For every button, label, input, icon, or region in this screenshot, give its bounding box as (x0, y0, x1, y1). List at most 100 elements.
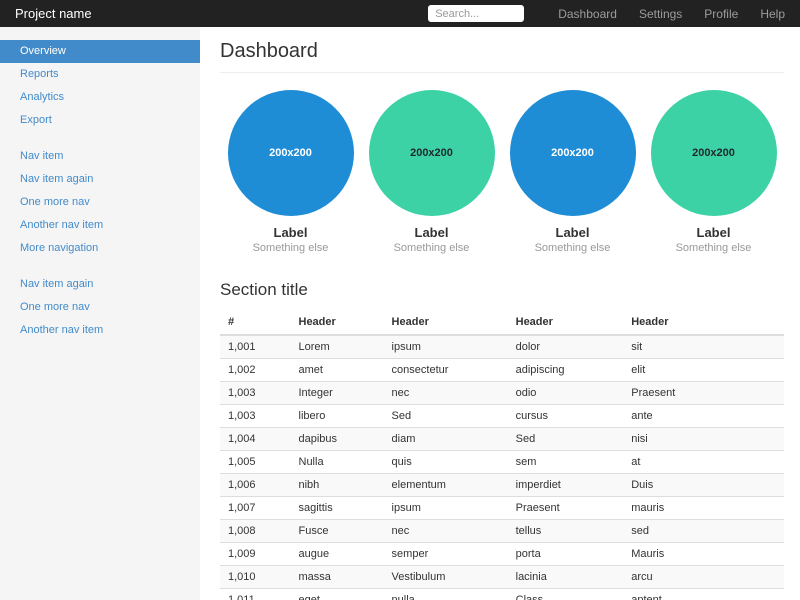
table-row: 1,008Fuscenectellussed (220, 520, 784, 543)
placeholder-row: 200x200LabelSomething else200x200LabelSo… (220, 90, 784, 254)
table-header-cell: Header (623, 310, 784, 335)
sidebar-item-overview[interactable]: Overview (0, 40, 200, 63)
navbar-link-dashboard[interactable]: Dashboard (558, 7, 617, 21)
table-cell: nulla (384, 589, 508, 600)
table-cell: Class (508, 589, 624, 600)
table-cell: ipsum (384, 497, 508, 520)
table-cell: lacinia (508, 566, 624, 589)
table-cell: porta (508, 543, 624, 566)
table-cell: diam (384, 428, 508, 451)
table-cell: Vestibulum (384, 566, 508, 589)
table-cell: elementum (384, 474, 508, 497)
table-row: 1,001Loremipsumdolorsit (220, 335, 784, 359)
table-cell: nisi (623, 428, 784, 451)
table-header-cell: # (220, 310, 291, 335)
table-cell: dapibus (291, 428, 384, 451)
sidebar-item-reports[interactable]: Reports (0, 63, 200, 86)
table-cell: Praesent (508, 497, 624, 520)
table-cell: 1,003 (220, 405, 291, 428)
table-header-cell: Header (291, 310, 384, 335)
placeholder-sublabel: Something else (643, 242, 784, 254)
table-header-cell: Header (384, 310, 508, 335)
table-cell: elit (623, 359, 784, 382)
sidebar-item-analytics[interactable]: Analytics (0, 86, 200, 109)
table-head: #HeaderHeaderHeaderHeader (220, 310, 784, 335)
table-cell: sed (623, 520, 784, 543)
sidebar-item-more-navigation[interactable]: More navigation (0, 237, 200, 260)
table-cell: eget (291, 589, 384, 600)
app-window: Project name Dashboard Settings Profile Hel… (0, 0, 800, 600)
table-cell: tellus (508, 520, 624, 543)
table-cell: quis (384, 451, 508, 474)
table-cell: ipsum (384, 335, 508, 359)
table-cell: mauris (623, 497, 784, 520)
sidebar-item-another-nav-item[interactable]: Another nav item (0, 214, 200, 237)
table-cell: Praesent (623, 382, 784, 405)
table-header-cell: Header (508, 310, 624, 335)
placeholder-sublabel: Something else (361, 242, 502, 254)
sidebar-group: OverviewReportsAnalyticsExport (0, 40, 200, 132)
table-cell: 1,005 (220, 451, 291, 474)
table-row: 1,003IntegernecodioPraesent (220, 382, 784, 405)
placeholder-label: Label (361, 225, 502, 240)
sidebar-item-one-more-nav[interactable]: One more nav (0, 191, 200, 214)
sidebar-item-export[interactable]: Export (0, 109, 200, 132)
table-cell: Integer (291, 382, 384, 405)
table-cell: nec (384, 520, 508, 543)
table-cell: sit (623, 335, 784, 359)
table-cell: amet (291, 359, 384, 382)
sidebar-item-nav-item-again[interactable]: Nav item again (0, 273, 200, 296)
placeholder-card: 200x200LabelSomething else (643, 90, 784, 254)
top-navbar: Project name Dashboard Settings Profile Hel… (0, 0, 800, 27)
table-row: 1,003liberoSedcursusante (220, 405, 784, 428)
table-cell: 1,006 (220, 474, 291, 497)
placeholder-image: 200x200 (369, 90, 495, 216)
table-cell: Sed (384, 405, 508, 428)
table-cell: 1,008 (220, 520, 291, 543)
sidebar-item-another-nav-item[interactable]: Another nav item (0, 319, 200, 342)
table-cell: nec (384, 382, 508, 405)
table-row: 1,010massaVestibulumlaciniaarcu (220, 566, 784, 589)
table-cell: 1,011 (220, 589, 291, 600)
table-body: 1,001Loremipsumdolorsit1,002ametconsecte… (220, 335, 784, 600)
placeholder-label: Label (502, 225, 643, 240)
search-input[interactable] (428, 5, 524, 22)
placeholder-card: 200x200 Label Something else (220, 90, 361, 254)
navbar-link-help[interactable]: Help (760, 7, 785, 21)
table-cell: sem (508, 451, 624, 474)
placeholder-label: Label (220, 225, 361, 240)
placeholder-sublabel: Something else (220, 242, 361, 254)
sidebar-item-nav-item[interactable]: Nav item (0, 145, 200, 168)
table-cell: semper (384, 543, 508, 566)
table-cell: Nulla (291, 451, 384, 474)
table-cell: sagittis (291, 497, 384, 520)
sidebar-item-one-more-nav[interactable]: One more nav (0, 296, 200, 319)
table-cell: imperdiet (508, 474, 624, 497)
table-cell: at (623, 451, 784, 474)
table-cell: consectetur (384, 359, 508, 382)
brand-link[interactable]: Project name (15, 6, 92, 21)
sidebar-item-nav-item-again[interactable]: Nav item again (0, 168, 200, 191)
table-cell: ante (623, 405, 784, 428)
navbar-link-settings[interactable]: Settings (639, 7, 682, 21)
table-cell: 1,003 (220, 382, 291, 405)
table-cell: Lorem (291, 335, 384, 359)
table-cell: nibh (291, 474, 384, 497)
table-cell: massa (291, 566, 384, 589)
sidebar: OverviewReportsAnalyticsExportNav itemNa… (0, 27, 200, 600)
table-row: 1,004dapibusdiamSednisi (220, 428, 784, 451)
navbar-right: Dashboard Settings Profile Help (428, 5, 785, 23)
table-cell: 1,004 (220, 428, 291, 451)
page-title: Dashboard (220, 40, 784, 73)
table-cell: odio (508, 382, 624, 405)
table-cell: Duis (623, 474, 784, 497)
table-cell: 1,010 (220, 566, 291, 589)
placeholder-card: 200x200 Label Something else (361, 90, 502, 254)
data-table: #HeaderHeaderHeaderHeader 1,001Loremipsu… (220, 310, 784, 600)
placeholder-image: 200x200 (651, 90, 777, 216)
table-cell: augue (291, 543, 384, 566)
placeholder-image: 200x200 (228, 90, 354, 216)
table-row: 1,006nibhelementumimperdietDuis (220, 474, 784, 497)
table-cell: libero (291, 405, 384, 428)
navbar-link-profile[interactable]: Profile (704, 7, 738, 21)
